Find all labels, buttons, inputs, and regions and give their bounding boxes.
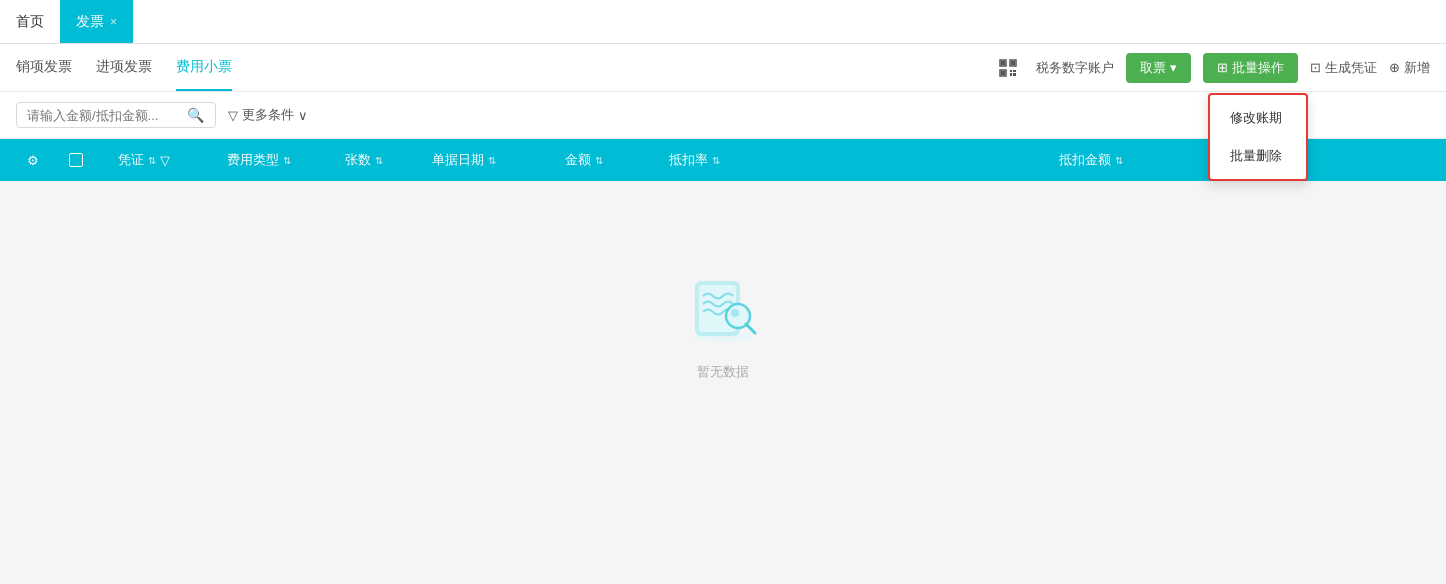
invoice-tab-close[interactable]: × (110, 15, 117, 29)
add-label: 新增 (1404, 59, 1430, 77)
add-icon: ⊕ (1389, 60, 1400, 75)
batch-operation-wrapper: ⊞ 批量操作 修改账期 批量删除 (1203, 53, 1298, 83)
search-icon[interactable]: 🔍 (187, 107, 204, 123)
sub-nav: 销项发票 进项发票 费用小票 税务数字账户 取票 ▾ (0, 44, 1446, 92)
svg-point-15 (731, 309, 739, 317)
th-expense-type[interactable]: 费用类型 ⇅ (194, 151, 324, 169)
voucher-sort-icon: ⇅ (148, 155, 156, 166)
filter-icon: ▽ (228, 108, 238, 123)
th-expense-type-label: 费用类型 (227, 151, 279, 169)
filter-arrow: ∨ (298, 108, 308, 123)
qr-icon (998, 58, 1018, 78)
svg-rect-5 (1001, 71, 1005, 75)
th-amount[interactable]: 金额 ⇅ (524, 151, 644, 169)
batch-delete-item[interactable]: 批量删除 (1210, 137, 1306, 175)
svg-rect-3 (1011, 61, 1015, 65)
search-box[interactable]: 🔍 (16, 102, 216, 128)
tax-account-button[interactable]: 税务数字账户 (1036, 59, 1114, 77)
count-sort-icon: ⇅ (375, 155, 383, 166)
settings-icon: ⚙ (27, 153, 39, 168)
invoice-tab[interactable]: 发票 × (60, 0, 133, 43)
qr-code-button[interactable] (992, 52, 1024, 84)
empty-state: 暂无数据 (0, 181, 1446, 461)
deduct-amount-sort-icon: ⇅ (1115, 155, 1123, 166)
expense-type-sort-icon: ⇅ (283, 155, 291, 166)
empty-icon (673, 261, 773, 351)
th-count-label: 张数 (345, 151, 371, 169)
th-checkbox[interactable] (58, 153, 94, 167)
voucher-icon: ⊡ (1310, 60, 1321, 75)
svg-rect-9 (1013, 73, 1016, 76)
modify-period-item[interactable]: 修改账期 (1210, 99, 1306, 137)
voucher-label: 生成凭证 (1325, 59, 1377, 77)
take-invoice-label: 取票 (1140, 59, 1166, 77)
batch-label: 批量操作 (1232, 59, 1284, 77)
th-date[interactable]: 单据日期 ⇅ (404, 151, 524, 169)
svg-rect-1 (1001, 61, 1005, 65)
add-button[interactable]: ⊕ 新增 (1389, 59, 1430, 77)
amount-sort-icon: ⇅ (595, 155, 603, 166)
deduct-rate-sort-icon: ⇅ (712, 155, 720, 166)
generate-voucher-button[interactable]: ⊡ 生成凭证 (1310, 59, 1377, 77)
invoice-tab-label: 发票 (76, 13, 104, 31)
take-invoice-button[interactable]: 取票 ▾ (1126, 53, 1191, 83)
svg-rect-7 (1013, 70, 1016, 72)
take-invoice-arrow: ▾ (1170, 60, 1177, 75)
th-deduct-amount-label: 抵扣金额 (1059, 151, 1111, 169)
tab-sales-invoice[interactable]: 销项发票 (16, 44, 72, 91)
filter-button[interactable]: ▽ 更多条件 ∨ (228, 106, 308, 124)
th-date-label: 单据日期 (432, 151, 484, 169)
batch-icon: ⊞ (1217, 60, 1228, 75)
th-settings[interactable]: ⚙ (8, 153, 58, 168)
search-input[interactable] (27, 108, 187, 123)
th-voucher[interactable]: 凭证 ⇅ ▽ (94, 151, 194, 169)
home-tab[interactable]: 首页 (0, 0, 60, 43)
header-checkbox[interactable] (69, 153, 83, 167)
batch-dropdown-menu: 修改账期 批量删除 (1208, 93, 1308, 181)
filter-label: 更多条件 (242, 106, 294, 124)
tab-purchase-invoice[interactable]: 进项发票 (96, 44, 152, 91)
th-amount-label: 金额 (565, 151, 591, 169)
svg-rect-6 (1010, 70, 1012, 72)
sub-nav-left: 销项发票 进项发票 费用小票 (16, 44, 232, 91)
batch-operation-button[interactable]: ⊞ 批量操作 (1203, 53, 1298, 83)
date-sort-icon: ⇅ (488, 155, 496, 166)
voucher-filter-icon[interactable]: ▽ (160, 153, 170, 168)
th-deduct-rate-label: 抵扣率 (669, 151, 708, 169)
svg-line-14 (746, 324, 755, 333)
th-count[interactable]: 张数 ⇅ (324, 151, 404, 169)
th-deduct-rate[interactable]: 抵扣率 ⇅ (644, 151, 744, 169)
th-voucher-label: 凭证 (118, 151, 144, 169)
top-nav: 首页 发票 × (0, 0, 1446, 44)
empty-label: 暂无数据 (697, 363, 749, 381)
tab-expense-receipt[interactable]: 费用小票 (176, 44, 232, 91)
sub-nav-right: 税务数字账户 取票 ▾ ⊞ 批量操作 修改账期 批量删除 ⊡ 生成凭证 ⊕ 新增 (992, 52, 1430, 84)
th-deduct-amount[interactable]: 抵扣金额 ⇅ (744, 151, 1438, 169)
svg-rect-8 (1010, 73, 1012, 76)
